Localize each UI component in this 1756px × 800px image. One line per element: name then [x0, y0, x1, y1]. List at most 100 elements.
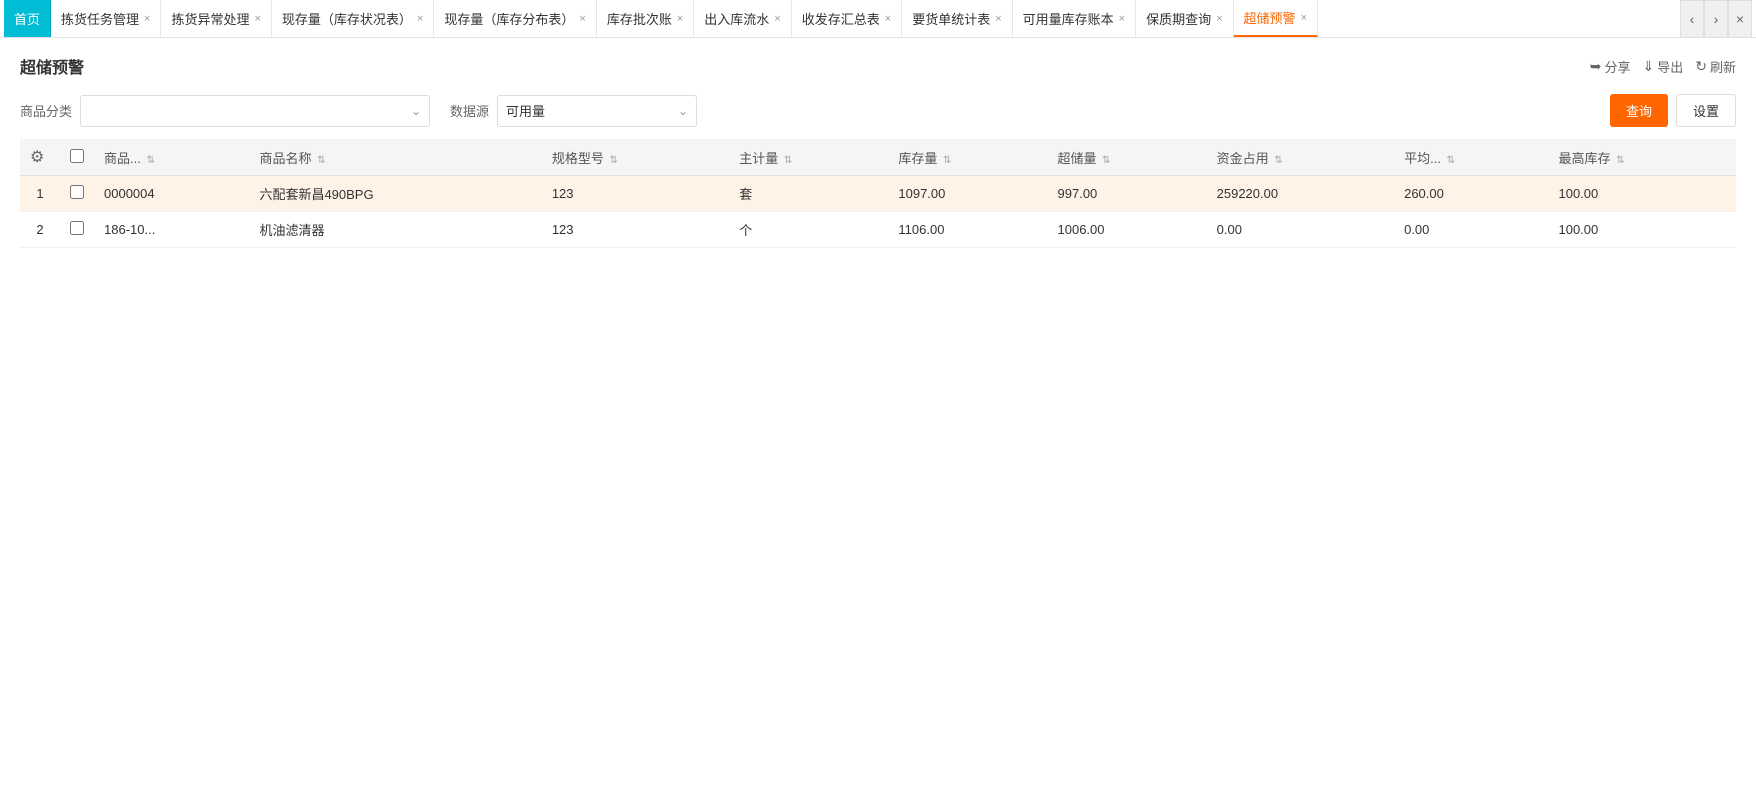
- cell-stock-1: 1106.00: [888, 212, 1047, 248]
- filter-datasource: 数据源 可用量 ⌄: [450, 95, 697, 127]
- export-action[interactable]: ⇓ 导出: [1643, 57, 1684, 76]
- tab-label: 现存量（库存状况表）: [282, 9, 412, 28]
- select-all-checkbox[interactable]: [70, 149, 84, 163]
- nav-tab-tab-9[interactable]: 可用量库存账本 ×: [1013, 0, 1136, 37]
- col-header-capital[interactable]: 资金占用 ⇅: [1207, 139, 1394, 176]
- table-header-row: ⚙ 商品... ⇅ 商品名称 ⇅ 规格型号 ⇅ 主计量 ⇅ 库存量 ⇅ 超储量 …: [20, 139, 1736, 176]
- tab-label: 出入库流水: [704, 9, 769, 28]
- tab-close-tab-4[interactable]: ×: [579, 13, 585, 25]
- query-button[interactable]: 查询: [1610, 94, 1668, 127]
- tab-close-tab-9[interactable]: ×: [1119, 13, 1125, 25]
- tab-close-tab-1[interactable]: ×: [144, 13, 150, 25]
- row-checkbox-cell-1: [60, 212, 94, 248]
- nav-home[interactable]: 首页: [4, 0, 51, 37]
- category-label: 商品分类: [20, 101, 72, 120]
- settings-button[interactable]: 设置: [1676, 94, 1736, 127]
- nav-arrow-left[interactable]: ‹: [1680, 0, 1704, 38]
- row-checkbox-1[interactable]: [70, 221, 84, 235]
- col-header-overstock[interactable]: 超储量 ⇅: [1048, 139, 1207, 176]
- cell-goods-code-0: 0000004: [94, 176, 249, 212]
- col-header-spec[interactable]: 规格型号 ⇅: [542, 139, 729, 176]
- cell-max-1: 100.00: [1548, 212, 1736, 248]
- col-header-max[interactable]: 最高库存 ⇅: [1548, 139, 1736, 176]
- tab-label: 要货单统计表: [912, 9, 990, 28]
- tab-close-tab-8[interactable]: ×: [995, 13, 1001, 25]
- sort-icon-code: ⇅: [146, 155, 154, 166]
- cell-avg-0: 260.00: [1394, 176, 1548, 212]
- cell-unit-0: 套: [729, 176, 888, 212]
- tab-close-tab-11[interactable]: ×: [1301, 12, 1307, 24]
- nav-tab-tab-10[interactable]: 保质期查询 ×: [1136, 0, 1233, 37]
- nav-tab-tab-2[interactable]: 拣货异常处理×: [161, 0, 271, 37]
- cell-spec-0: 123: [542, 176, 729, 212]
- nav-tab-tab-3[interactable]: 现存量（库存状况表） ×: [272, 0, 434, 37]
- cell-overstock-1: 1006.00: [1048, 212, 1207, 248]
- row-index-1: 2: [20, 212, 60, 248]
- cell-goods-name-0: 六配套新昌490BPG: [249, 176, 541, 212]
- col-header-stock[interactable]: 库存量 ⇅: [888, 139, 1047, 176]
- sort-icon-max: ⇅: [1616, 155, 1624, 166]
- tab-close-tab-5[interactable]: ×: [677, 13, 683, 25]
- filter-actions: 查询 设置: [1610, 94, 1736, 127]
- tab-label: 库存批次账: [607, 9, 672, 28]
- sort-icon-avg: ⇅: [1447, 155, 1455, 166]
- sort-icon-spec: ⇅: [609, 155, 617, 166]
- page-content: 超储预警 ➥ 分享 ⇓ 导出 ↻ 刷新 商品分类 ⌄ 数据源: [0, 38, 1756, 800]
- col-gear: ⚙: [20, 139, 60, 176]
- tab-close-tab-7[interactable]: ×: [885, 13, 891, 25]
- row-checkbox-cell-0: [60, 176, 94, 212]
- nav-arrows: ‹ › ×: [1680, 0, 1752, 38]
- tab-label: 拣货任务管理: [61, 9, 139, 28]
- cell-spec-1: 123: [542, 212, 729, 248]
- nav-arrow-right[interactable]: ›: [1704, 0, 1728, 38]
- sort-icon-name: ⇅: [317, 155, 325, 166]
- nav-tab-tab-5[interactable]: 库存批次账 ×: [597, 0, 694, 37]
- tab-close-tab-6[interactable]: ×: [774, 13, 780, 25]
- nav-tab-tab-4[interactable]: 现存量（库存分布表） ×: [434, 0, 596, 37]
- refresh-action[interactable]: ↻ 刷新: [1695, 57, 1736, 76]
- col-header-goods-code[interactable]: 商品... ⇅: [94, 139, 249, 176]
- cell-max-0: 100.00: [1548, 176, 1736, 212]
- tab-label: 保质期查询: [1146, 9, 1211, 28]
- nav-arrow-close[interactable]: ×: [1728, 0, 1752, 38]
- col-header-avg[interactable]: 平均... ⇅: [1394, 139, 1548, 176]
- table-row: 1 0000004 六配套新昌490BPG 123 套 1097.00 997.…: [20, 176, 1736, 212]
- cell-overstock-0: 997.00: [1048, 176, 1207, 212]
- col-checkbox-header: [60, 139, 94, 176]
- cell-capital-1: 0.00: [1207, 212, 1394, 248]
- tab-label: 超储预警: [1244, 8, 1296, 27]
- nav-tab-tab-8[interactable]: 要货单统计表 ×: [902, 0, 1012, 37]
- nav-tab-tab-11[interactable]: 超储预警 ×: [1234, 0, 1318, 37]
- tab-label: 现存量（库存分布表）: [444, 9, 574, 28]
- tab-label: 可用量库存账本: [1023, 9, 1114, 28]
- datasource-value: 可用量: [506, 101, 545, 120]
- cell-goods-name-1: 机油滤清器: [249, 212, 541, 248]
- share-action[interactable]: ➥ 分享: [1590, 57, 1631, 76]
- page-header: 超储预警 ➥ 分享 ⇓ 导出 ↻ 刷新: [20, 54, 1736, 78]
- datasource-select[interactable]: 可用量 ⌄: [497, 95, 697, 127]
- table-row: 2 186-10... 机油滤清器 123 个 1106.00 1006.00 …: [20, 212, 1736, 248]
- page-title: 超储预警: [20, 54, 84, 78]
- tab-close-tab-10[interactable]: ×: [1216, 13, 1222, 25]
- row-checkbox-0[interactable]: [70, 185, 84, 199]
- col-header-goods-name[interactable]: 商品名称 ⇅: [249, 139, 541, 176]
- col-header-unit[interactable]: 主计量 ⇅: [729, 139, 888, 176]
- nav-tab-tab-1[interactable]: 拣货任务管理 ×: [51, 0, 161, 37]
- nav-bar: 首页 拣货任务管理×拣货异常处理×现存量（库存状况表）×现存量（库存分布表）×库…: [0, 0, 1756, 38]
- sort-icon-overstock: ⇅: [1102, 155, 1110, 166]
- cell-stock-0: 1097.00: [888, 176, 1047, 212]
- datasource-chevron: ⌄: [678, 104, 688, 118]
- nav-tab-tab-6[interactable]: 出入库流水 ×: [694, 0, 791, 37]
- tab-close-tab-2[interactable]: ×: [254, 13, 260, 25]
- category-select[interactable]: ⌄: [80, 95, 430, 127]
- sort-icon-capital: ⇅: [1274, 155, 1282, 166]
- data-table: ⚙ 商品... ⇅ 商品名称 ⇅ 规格型号 ⇅ 主计量 ⇅ 库存量 ⇅ 超储量 …: [20, 139, 1736, 248]
- tab-close-tab-3[interactable]: ×: [417, 13, 423, 25]
- nav-tab-tab-7[interactable]: 收发存汇总表×: [792, 0, 902, 37]
- filter-category: 商品分类 ⌄: [20, 95, 430, 127]
- cell-unit-1: 个: [729, 212, 888, 248]
- gear-icon[interactable]: ⚙: [30, 149, 44, 166]
- row-index-0: 1: [20, 176, 60, 212]
- share-label: 分享: [1604, 57, 1630, 76]
- sort-icon-stock: ⇅: [943, 155, 951, 166]
